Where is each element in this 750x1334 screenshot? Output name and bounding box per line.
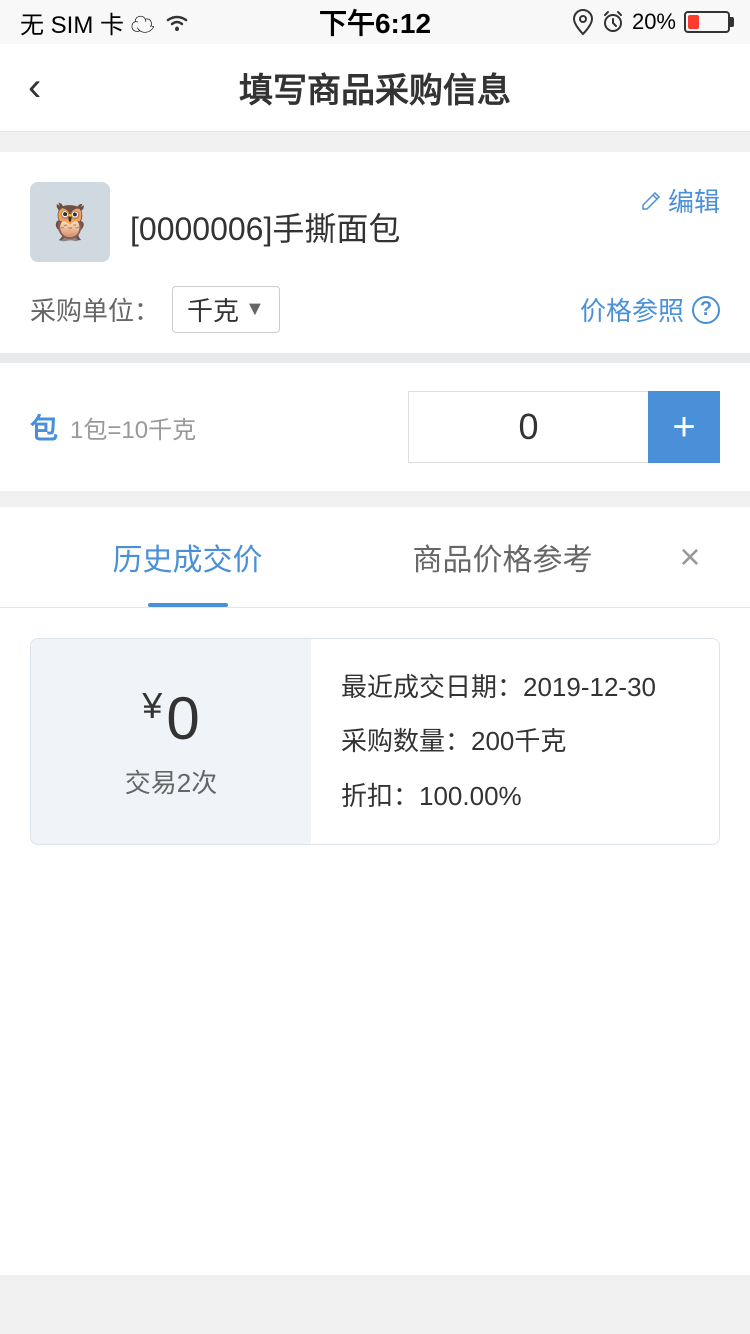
tabs-section: 历史成交价 商品价格参考 × ¥0 交易2次 最近成交日期：2019-12-30… — [0, 507, 750, 875]
tab-history-price[interactable]: 历史成交价 — [30, 507, 345, 607]
price-ref-label: 价格参照 — [580, 291, 684, 328]
status-time: 下午6:12 — [319, 2, 431, 42]
recent-date-label: 最近成交日期： — [341, 672, 523, 702]
product-logo: 🦉 — [30, 182, 110, 262]
tab-price-reference[interactable]: 商品价格参考 — [345, 507, 660, 607]
no-sim-text: 无 SIM 卡 ☁ — [20, 5, 155, 40]
page-title: 填写商品采购信息 — [239, 63, 511, 112]
tab-close-button[interactable]: × — [660, 508, 720, 606]
tabs-bar: 历史成交价 商品价格参考 × — [0, 507, 750, 608]
history-content: ¥0 交易2次 最近成交日期：2019-12-30 采购数量：200千克 折扣：… — [0, 608, 750, 875]
nav-bar: ‹ 填写商品采购信息 — [0, 44, 750, 132]
unit-row: 采购单位： 千克 ▼ — [30, 286, 280, 333]
edit-button[interactable]: 编辑 — [640, 182, 720, 219]
alarm-icon — [602, 10, 624, 34]
unit-conversion: 1包=10千克 — [70, 410, 196, 445]
purchase-qty-value: 200千克 — [471, 726, 566, 756]
edit-label: 编辑 — [668, 182, 720, 219]
price-amount: 0 — [166, 685, 199, 752]
status-left: 无 SIM 卡 ☁ — [20, 5, 191, 40]
purchase-qty-line: 采购数量：200千克 — [341, 723, 689, 759]
price-card-left: ¥0 交易2次 — [31, 639, 311, 844]
quantity-label: 包 1包=10千克 — [30, 407, 196, 447]
price-ref-button[interactable]: 价格参照 ? — [580, 291, 720, 328]
location-icon — [572, 9, 594, 35]
price-ref-help-icon: ? — [692, 296, 720, 324]
trade-count: 交易2次 — [125, 763, 217, 800]
unit-select[interactable]: 千克 ▼ — [172, 286, 280, 333]
battery-percent: 20% — [632, 9, 676, 35]
product-header: 🦉 [0000006]手撕面包 编辑 — [30, 182, 720, 262]
quantity-row: 包 1包=10千克 + — [0, 363, 750, 491]
price-card: ¥0 交易2次 最近成交日期：2019-12-30 采购数量：200千克 折扣：… — [30, 638, 720, 845]
product-card: 🦉 [0000006]手撕面包 编辑 采购单位： 千克 ▼ 价格参照 ? — [0, 152, 750, 353]
unit-value: 千克 — [187, 291, 239, 328]
status-bar: 无 SIM 卡 ☁ 下午6:12 20% — [0, 0, 750, 44]
price-card-right: 最近成交日期：2019-12-30 采购数量：200千克 折扣：100.00% — [311, 639, 719, 844]
logo-owl-icon: 🦉 — [48, 201, 93, 243]
product-footer: 采购单位： 千克 ▼ 价格参照 ? — [30, 286, 720, 333]
discount-value: 100.00% — [419, 781, 522, 811]
section-divider — [0, 353, 750, 363]
wifi-icon — [163, 12, 191, 32]
quantity-input[interactable] — [408, 391, 648, 463]
dropdown-arrow-icon: ▼ — [245, 298, 265, 321]
purchase-qty-label: 采购数量： — [341, 726, 471, 756]
unit-badge: 包 — [30, 407, 58, 447]
product-name: [0000006]手撕面包 — [130, 194, 400, 250]
price-currency: ¥ — [142, 685, 162, 726]
quantity-control: + — [408, 391, 720, 463]
status-right: 20% — [572, 9, 730, 35]
battery-fill — [688, 15, 699, 29]
edit-icon — [640, 190, 662, 212]
recent-date-value: 2019-12-30 — [523, 672, 656, 702]
price-value: ¥0 — [142, 684, 199, 753]
product-left: 🦉 [0000006]手撕面包 — [30, 182, 400, 262]
quantity-plus-button[interactable]: + — [648, 391, 720, 463]
back-button[interactable]: ‹ — [28, 65, 41, 110]
battery-icon — [684, 11, 730, 33]
discount-label: 折扣： — [341, 781, 419, 811]
unit-label: 采购单位： — [30, 291, 160, 328]
page-background — [0, 875, 750, 1275]
recent-date-line: 最近成交日期：2019-12-30 — [341, 669, 689, 705]
discount-line: 折扣：100.00% — [341, 778, 689, 814]
